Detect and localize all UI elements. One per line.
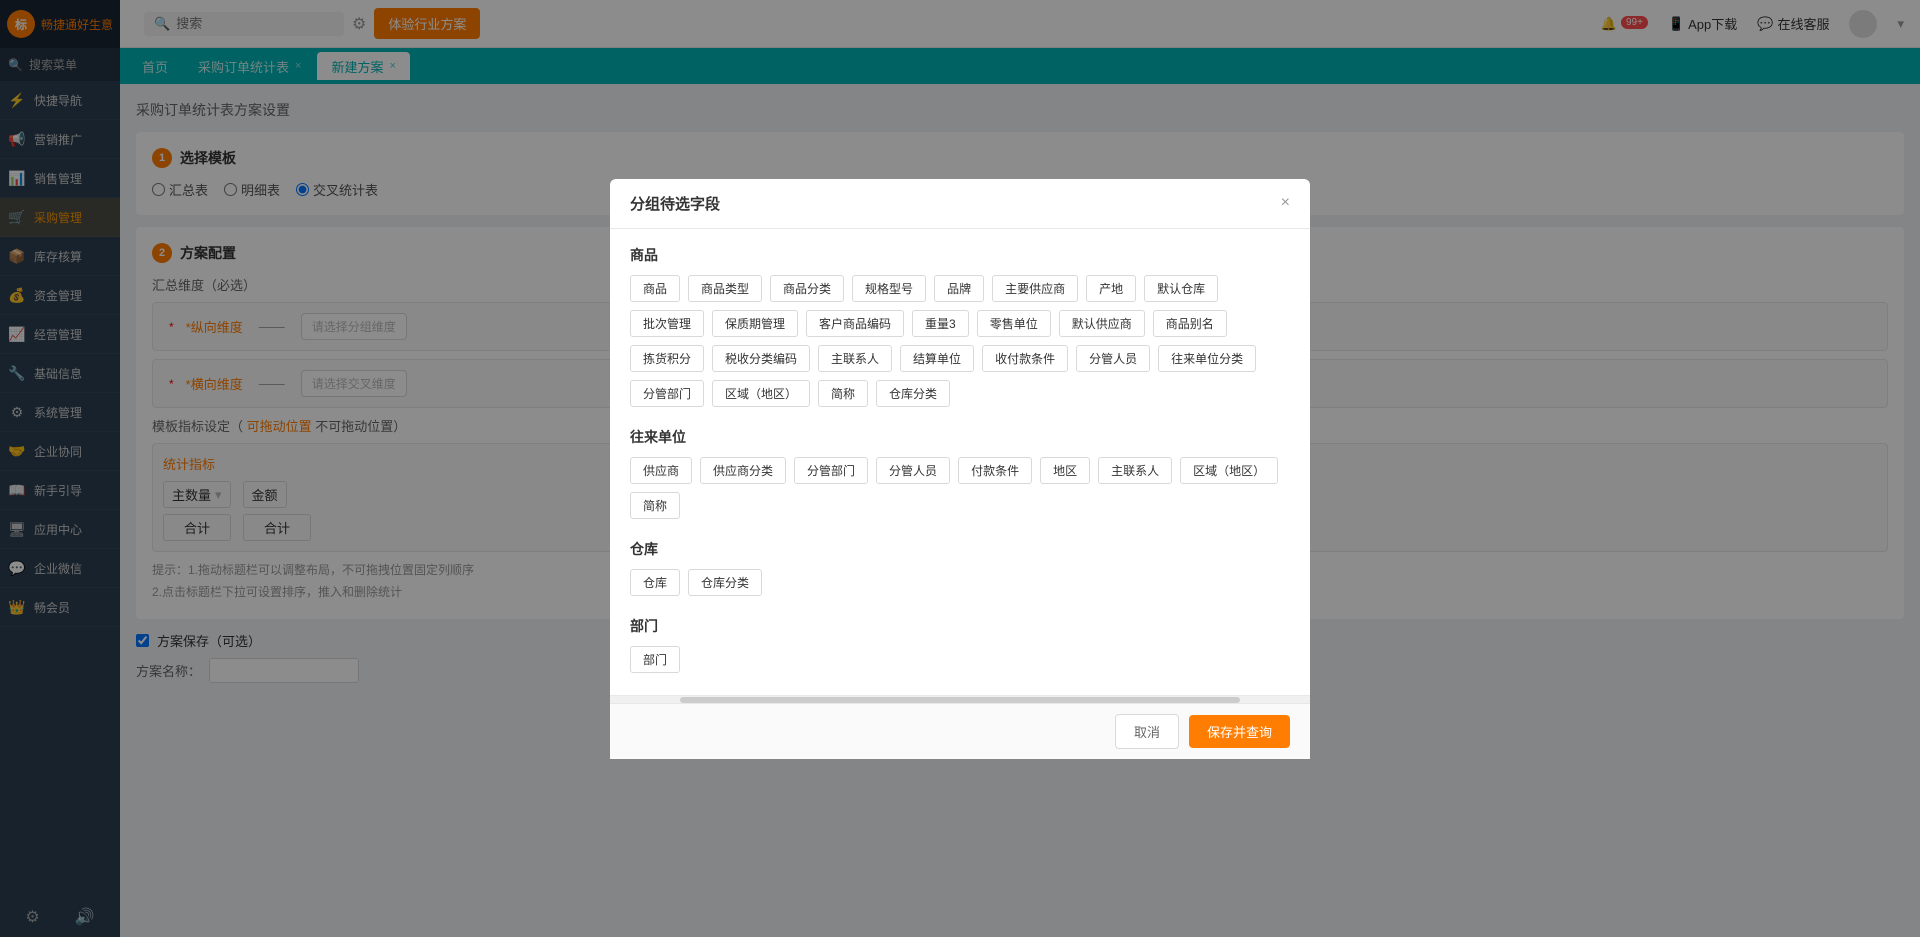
modal-footer: 取消 保存并查询 <box>610 703 1310 759</box>
field-tag-0-18[interactable]: 结算单位 <box>900 345 974 372</box>
scrollbar-thumb <box>680 697 1240 703</box>
field-tag-0-9[interactable]: 保质期管理 <box>712 310 798 337</box>
field-group-0: 商品商品商品类型商品分类规格型号品牌主要供应商产地默认仓库批次管理保质期管理客户… <box>630 245 1290 407</box>
field-tag-0-15[interactable]: 拣货积分 <box>630 345 704 372</box>
field-tag-0-12[interactable]: 零售单位 <box>977 310 1051 337</box>
field-tag-0-16[interactable]: 税收分类编码 <box>712 345 810 372</box>
field-group-title-1: 往来单位 <box>630 427 1290 447</box>
field-group-title-2: 仓库 <box>630 539 1290 559</box>
modal-body: 商品商品商品类型商品分类规格型号品牌主要供应商产地默认仓库批次管理保质期管理客户… <box>610 229 1310 695</box>
field-group-2: 仓库仓库仓库分类 <box>630 539 1290 596</box>
field-tag-0-0[interactable]: 商品 <box>630 275 680 302</box>
field-tag-0-17[interactable]: 主联系人 <box>818 345 892 372</box>
field-tag-1-7[interactable]: 区域（地区） <box>1180 457 1278 484</box>
field-group-title-0: 商品 <box>630 245 1290 265</box>
field-tag-0-4[interactable]: 品牌 <box>934 275 984 302</box>
field-tag-1-3[interactable]: 分管人员 <box>876 457 950 484</box>
field-tag-0-20[interactable]: 分管人员 <box>1076 345 1150 372</box>
field-group-title-3: 部门 <box>630 616 1290 636</box>
field-tag-2-0[interactable]: 仓库 <box>630 569 680 596</box>
modal-title: 分组待选字段 <box>630 193 720 214</box>
field-tag-0-3[interactable]: 规格型号 <box>852 275 926 302</box>
field-select-modal: 分组待选字段 × 商品商品商品类型商品分类规格型号品牌主要供应商产地默认仓库批次… <box>610 179 1310 759</box>
field-tag-0-13[interactable]: 默认供应商 <box>1059 310 1145 337</box>
field-tag-1-5[interactable]: 地区 <box>1040 457 1090 484</box>
field-tags-0: 商品商品类型商品分类规格型号品牌主要供应商产地默认仓库批次管理保质期管理客户商品… <box>630 275 1290 407</box>
field-tag-1-2[interactable]: 分管部门 <box>794 457 868 484</box>
field-tags-3: 部门 <box>630 646 1290 673</box>
field-tag-0-19[interactable]: 收付款条件 <box>982 345 1068 372</box>
field-tag-1-6[interactable]: 主联系人 <box>1098 457 1172 484</box>
field-tag-0-8[interactable]: 批次管理 <box>630 310 704 337</box>
field-tag-0-5[interactable]: 主要供应商 <box>992 275 1078 302</box>
field-tag-0-14[interactable]: 商品别名 <box>1153 310 1227 337</box>
field-tags-1: 供应商供应商分类分管部门分管人员付款条件地区主联系人区域（地区） 简称 <box>630 457 1290 519</box>
save-query-button[interactable]: 保存并查询 <box>1189 715 1290 748</box>
field-tag-1-8[interactable]: 简称 <box>630 492 680 519</box>
field-tag-0-25[interactable]: 仓库分类 <box>876 380 950 407</box>
field-tag-0-24[interactable]: 简称 <box>818 380 868 407</box>
cancel-button[interactable]: 取消 <box>1115 714 1179 749</box>
field-tag-3-0[interactable]: 部门 <box>630 646 680 673</box>
field-tag-1-4[interactable]: 付款条件 <box>958 457 1032 484</box>
field-tag-2-1[interactable]: 仓库分类 <box>688 569 762 596</box>
field-tag-1-0[interactable]: 供应商 <box>630 457 692 484</box>
modal-close-button[interactable]: × <box>1281 194 1290 212</box>
field-tag-0-7[interactable]: 默认仓库 <box>1144 275 1218 302</box>
field-tag-0-2[interactable]: 商品分类 <box>770 275 844 302</box>
field-tags-2: 仓库仓库分类 <box>630 569 1290 596</box>
field-tag-0-22[interactable]: 分管部门 <box>630 380 704 407</box>
field-tag-0-21[interactable]: 往来单位分类 <box>1158 345 1256 372</box>
field-tag-0-11[interactable]: 重量3 <box>912 310 969 337</box>
field-tag-1-1[interactable]: 供应商分类 <box>700 457 786 484</box>
field-tag-0-6[interactable]: 产地 <box>1086 275 1136 302</box>
field-tag-0-10[interactable]: 客户商品编码 <box>806 310 904 337</box>
field-tag-0-1[interactable]: 商品类型 <box>688 275 762 302</box>
field-tag-0-23[interactable]: 区域（地区） <box>712 380 810 407</box>
modal-overlay: 分组待选字段 × 商品商品商品类型商品分类规格型号品牌主要供应商产地默认仓库批次… <box>0 0 1920 937</box>
horizontal-scrollbar[interactable] <box>610 695 1310 703</box>
field-group-3: 部门部门 <box>630 616 1290 673</box>
field-group-1: 往来单位供应商供应商分类分管部门分管人员付款条件地区主联系人区域（地区） 简称 <box>630 427 1290 519</box>
modal-header: 分组待选字段 × <box>610 179 1310 229</box>
